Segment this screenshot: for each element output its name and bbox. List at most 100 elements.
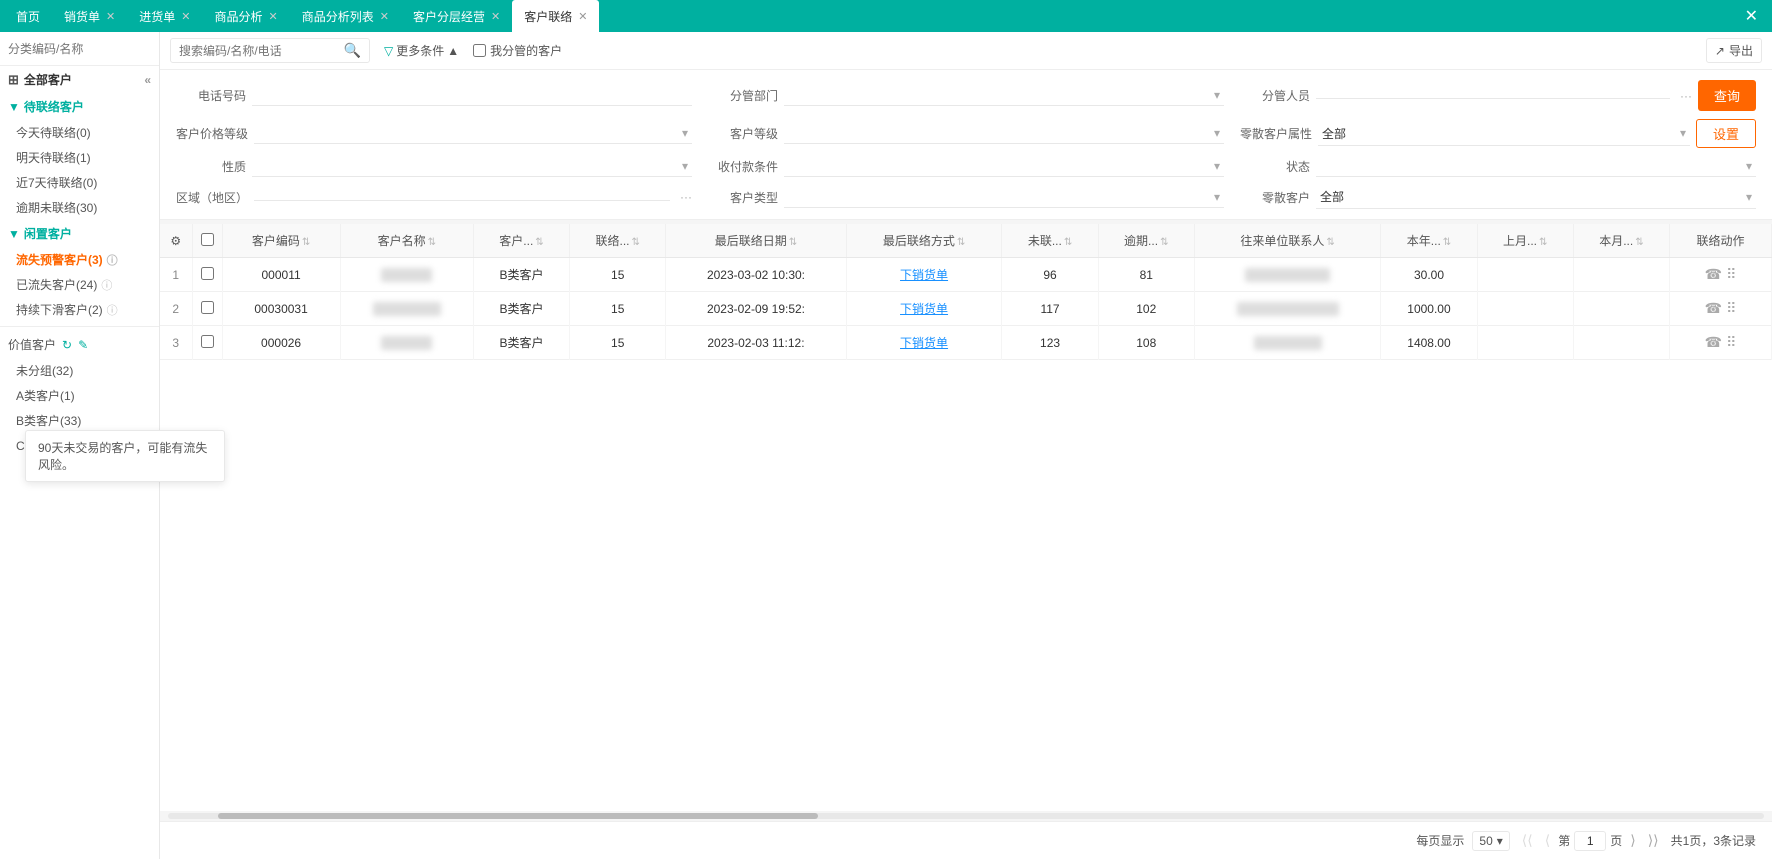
tab-analysis-list-close[interactable]: ✕ — [380, 10, 389, 23]
filter-select-region[interactable] — [254, 194, 670, 201]
tab-analysis-list-label: 商品分析列表 — [302, 8, 374, 25]
filter-select-dept[interactable]: ▾ — [784, 85, 1224, 106]
th-code-label: 客户编码 — [252, 234, 300, 248]
th-unliaison[interactable]: 未联...⇅ — [1002, 224, 1098, 258]
my-customers-checkbox-area[interactable]: 我分管的客户 — [473, 42, 562, 59]
page-number-input[interactable] — [1574, 831, 1606, 851]
row-checkbox-1[interactable] — [192, 258, 222, 292]
page-size-select[interactable]: 50 ▾ — [1472, 831, 1509, 851]
row-unliaison-3: 123 — [1002, 326, 1098, 360]
sort-contact-icon: ⇅ — [632, 237, 640, 248]
last-page-button[interactable]: ⟩⟩ — [1644, 830, 1663, 851]
filter-more-icon-region[interactable]: ··· — [680, 190, 692, 204]
toolbar-search-input[interactable] — [179, 44, 344, 58]
sidebar-group-pending[interactable]: ▼ 待联络客户 — [0, 93, 159, 120]
th-overdue[interactable]: 逾期...⇅ — [1098, 224, 1194, 258]
row-method-3[interactable]: 下销货单 — [846, 326, 1002, 360]
sidebar-item-loss-warning[interactable]: 流失预警客户(3) ⓘ — [0, 247, 159, 272]
sidebar-group-idle[interactable]: ▼ 闲置客户 — [0, 220, 159, 247]
filter-input-phone[interactable] — [252, 85, 692, 106]
tab-customer-contact-close[interactable]: ✕ — [578, 10, 587, 23]
sort-tmonth-icon: ⇅ — [1635, 237, 1643, 248]
th-code[interactable]: 客户编码⇅ — [222, 224, 340, 258]
sidebar-item-lost[interactable]: 已流失客户(24) ⓘ — [0, 272, 159, 297]
more-actions-icon-2[interactable]: ⠿ — [1726, 300, 1736, 317]
filter-select-cust-type[interactable]: ▾ — [784, 187, 1224, 208]
th-checkbox[interactable] — [192, 224, 222, 258]
group-idle-label: 闲置客户 — [24, 225, 72, 242]
sidebar-all-customers[interactable]: ⊞ 全部客户 « — [0, 66, 159, 93]
sidebar-item-today[interactable]: 今天待联络(0) — [0, 120, 159, 145]
row-tmonth-3 — [1573, 326, 1669, 360]
filter-select-nature[interactable]: ▾ — [252, 156, 692, 177]
tab-purchase[interactable]: 进货单 ✕ — [127, 0, 202, 32]
sidebar-search-input[interactable] — [8, 42, 160, 56]
filter-select-scatter-attr[interactable]: 全部 ▾ — [1318, 122, 1690, 146]
scroll-thumb[interactable] — [218, 813, 818, 819]
contact-icon-2[interactable]: ☎ — [1705, 300, 1722, 317]
th-gear[interactable]: ⚙ — [160, 224, 192, 258]
filter-select-scatter-cust[interactable]: 全部 ▾ — [1316, 185, 1756, 209]
chevron-down-icon-nature: ▾ — [682, 159, 688, 173]
sidebar-item-ungroup[interactable]: 未分组(32) — [0, 358, 159, 383]
tab-purchase-close[interactable]: ✕ — [181, 10, 190, 23]
tab-sales-close[interactable]: ✕ — [106, 10, 115, 23]
filter-select-status[interactable]: ▾ — [1316, 156, 1756, 177]
refresh-icon[interactable]: ↻ — [62, 338, 72, 352]
th-this-year[interactable]: 本年...⇅ — [1381, 224, 1477, 258]
filter-more-icon-person[interactable]: ··· — [1680, 89, 1692, 103]
filter-select-payment[interactable]: ▾ — [784, 156, 1224, 177]
edit-icon[interactable]: ✎ — [78, 338, 88, 352]
horizontal-scrollbar[interactable] — [160, 811, 1772, 821]
prev-page-button[interactable]: ⟨ — [1541, 830, 1554, 851]
tab-analysis-list[interactable]: 商品分析列表 ✕ — [290, 0, 401, 32]
tab-customer-contact-label: 客户联络 — [524, 8, 572, 25]
sidebar-item-a-class[interactable]: A类客户(1) — [0, 383, 159, 408]
scroll-track[interactable] — [168, 813, 1764, 819]
row-tmonth-1 — [1573, 258, 1669, 292]
tab-customer-contact[interactable]: 客户联络 ✕ — [512, 0, 599, 32]
sidebar-item-overdue-contact[interactable]: 逾期未联络(30) — [0, 195, 159, 220]
row-method-1[interactable]: 下销货单 — [846, 258, 1002, 292]
th-type[interactable]: 客户...⇅ — [473, 224, 569, 258]
settings-button[interactable]: 设置 — [1696, 119, 1756, 148]
next-page-button[interactable]: ⟩ — [1626, 830, 1639, 851]
tab-analysis-close[interactable]: ✕ — [269, 10, 278, 23]
th-last-date[interactable]: 最后联络日期⇅ — [666, 224, 846, 258]
th-last-method[interactable]: 最后联络方式⇅ — [846, 224, 1002, 258]
toolbar-search-icon[interactable]: 🔍 — [344, 42, 361, 59]
query-button[interactable]: 查询 — [1698, 80, 1756, 111]
sidebar-collapse-icon[interactable]: « — [144, 73, 151, 87]
tab-customer-tier[interactable]: 客户分层经营 ✕ — [401, 0, 512, 32]
more-actions-icon-3[interactable]: ⠿ — [1726, 334, 1736, 351]
filter-select-cust-level[interactable]: ▾ — [784, 123, 1224, 144]
pagination-bar: 每页显示 50 ▾ ⟨⟨ ⟨ 第 页 ⟩ ⟩⟩ 共1页，3条记录 — [160, 821, 1772, 859]
row-checkbox-3[interactable] — [192, 326, 222, 360]
select-all-checkbox[interactable] — [201, 233, 214, 246]
filter-more-btn[interactable]: ▽ 更多条件 ▲ — [378, 39, 465, 62]
row-method-2[interactable]: 下销货单 — [846, 292, 1002, 326]
tab-sales[interactable]: 销货单 ✕ — [52, 0, 127, 32]
tab-analysis[interactable]: 商品分析 ✕ — [202, 0, 289, 32]
th-contact-count[interactable]: 联络...⇅ — [570, 224, 666, 258]
contact-icon-1[interactable]: ☎ — [1705, 266, 1722, 283]
sidebar-item-declining[interactable]: 持续下滑客户(2) ⓘ — [0, 297, 159, 322]
th-last-month[interactable]: 上月...⇅ — [1477, 224, 1573, 258]
sidebar-item-week[interactable]: 近7天待联络(0) — [0, 170, 159, 195]
tab-home[interactable]: 首页 — [4, 0, 52, 32]
th-name[interactable]: 客户名称⇅ — [340, 224, 473, 258]
tab-customer-tier-close[interactable]: ✕ — [491, 10, 500, 23]
filter-label-nature: 性质 — [176, 158, 246, 175]
export-button[interactable]: ↗ 导出 — [1706, 38, 1762, 63]
more-actions-icon-1[interactable]: ⠿ — [1726, 266, 1736, 283]
first-page-button[interactable]: ⟨⟨ — [1518, 830, 1537, 851]
sidebar-item-tomorrow[interactable]: 明天待联络(1) — [0, 145, 159, 170]
filter-select-person[interactable] — [1316, 92, 1670, 99]
contact-icon-3[interactable]: ☎ — [1705, 334, 1722, 351]
th-contact-person[interactable]: 往来单位联系人⇅ — [1194, 224, 1381, 258]
filter-select-price-level[interactable]: ▾ — [254, 123, 692, 144]
th-this-month[interactable]: 本月...⇅ — [1573, 224, 1669, 258]
row-checkbox-2[interactable] — [192, 292, 222, 326]
window-close-button[interactable]: ✕ — [1735, 6, 1768, 26]
my-customers-checkbox[interactable] — [473, 44, 486, 57]
